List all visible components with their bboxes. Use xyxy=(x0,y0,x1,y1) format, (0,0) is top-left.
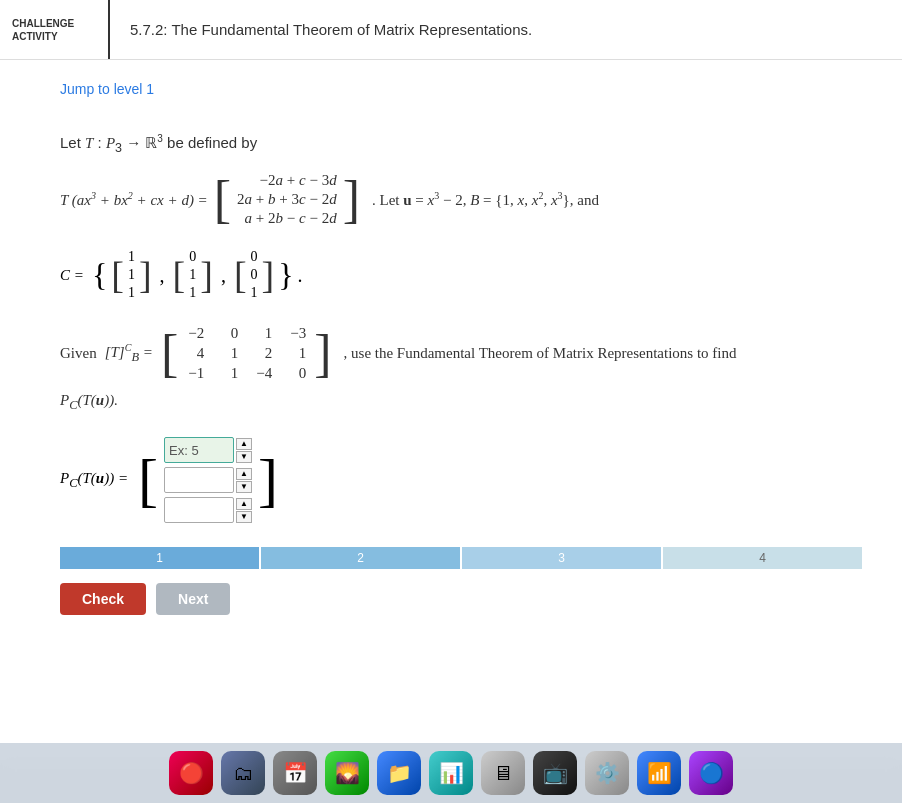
check-button[interactable]: Check xyxy=(60,583,146,615)
matrix-row-1: −2a + c − 3d xyxy=(260,172,337,189)
dock-icon-close[interactable]: 🔴 xyxy=(169,751,213,795)
activity-label: CHALLENGE ACTIVITY xyxy=(0,0,110,59)
answer-input-row-1[interactable] xyxy=(164,437,234,463)
T-matrix-row-2: 4 1 2 1 xyxy=(186,345,306,362)
transform-matrix: [ −2a + c − 3d 2a + b + 3c − 2d a + 2b −… xyxy=(214,168,360,231)
progress-seg-1[interactable]: 1 xyxy=(60,547,259,569)
dock-bar: 🔴 🗂 📅 🌄 📁 📊 🖥 📺 ⚙️ 📶 🔵 xyxy=(0,743,902,803)
answer-section: PC(T(u)) = [ ▲ ▼ ▲ ▼ xyxy=(60,433,862,527)
spin-up-2[interactable]: ▲ xyxy=(236,468,252,480)
action-buttons: Check Next xyxy=(60,583,862,615)
matrix-row-2: 2a + b + 3c − 2d xyxy=(237,191,337,208)
matrix-row-3: a + 2b − c − 2d xyxy=(245,210,337,227)
dock-icon-settings[interactable]: ⚙️ xyxy=(585,751,629,795)
jump-to-level-link[interactable]: Jump to level 1 xyxy=(60,81,154,97)
T-matrix: [ −2 0 1 −3 4 1 2 1 −1 xyxy=(161,321,332,386)
c-matrix-section: C = { [ 1 1 1 ] , [ 0 1 1 ] , [ xyxy=(60,247,862,303)
challenge-text: CHALLENGE xyxy=(12,17,96,30)
dock-icon-monitor[interactable]: 🖥 xyxy=(481,751,525,795)
spin-down-2[interactable]: ▼ xyxy=(236,481,252,493)
answer-input-row-2[interactable] xyxy=(164,467,234,493)
answer-input-row-3[interactable] xyxy=(164,497,234,523)
Pc-label: PC(T(u)). xyxy=(60,392,862,413)
header-title: 5.7.2: The Fundamental Theorem of Matrix… xyxy=(110,0,552,59)
dock-icon-photos[interactable]: 🌄 xyxy=(325,751,369,795)
dock-icon-folder[interactable]: 📁 xyxy=(377,751,421,795)
progress-seg-2[interactable]: 2 xyxy=(261,547,460,569)
activity-text: ACTIVITY xyxy=(12,30,96,43)
dock-icon-finder[interactable]: 🗂 xyxy=(221,751,265,795)
problem-intro: Let T : P3 → ℝ3 be defined by xyxy=(60,131,862,158)
transform-definition: T (ax3 + bx2 + cx + d) = [ −2a + c − 3d … xyxy=(60,168,862,231)
dock-icon-wifi[interactable]: 📶 xyxy=(637,751,681,795)
dock-icon-tv[interactable]: 📺 xyxy=(533,751,577,795)
spin-down-1[interactable]: ▼ xyxy=(236,451,252,463)
spin-down-3[interactable]: ▼ xyxy=(236,511,252,523)
spin-up-1[interactable]: ▲ xyxy=(236,438,252,450)
progress-bar: 1 2 3 4 xyxy=(60,547,862,569)
progress-seg-3[interactable]: 3 xyxy=(462,547,661,569)
answer-input-matrix: [ ▲ ▼ ▲ ▼ xyxy=(138,433,278,527)
T-matrix-row-3: −1 1 −4 0 xyxy=(186,365,306,382)
progress-seg-4[interactable]: 4 xyxy=(663,547,862,569)
dock-icon-app[interactable]: 🔵 xyxy=(689,751,733,795)
main-content: Jump to level 1 Let T : P3 → ℝ3 be defin… xyxy=(0,60,902,760)
dock-icon-chart[interactable]: 📊 xyxy=(429,751,473,795)
next-button[interactable]: Next xyxy=(156,583,230,615)
spin-up-3[interactable]: ▲ xyxy=(236,498,252,510)
page-header: CHALLENGE ACTIVITY 5.7.2: The Fundamenta… xyxy=(0,0,902,60)
T-matrix-row-1: −2 0 1 −3 xyxy=(186,325,306,342)
given-section: Given [T]CB = [ −2 0 1 −3 4 1 2 1 xyxy=(60,321,862,413)
dock-icon-calendar[interactable]: 📅 xyxy=(273,751,317,795)
